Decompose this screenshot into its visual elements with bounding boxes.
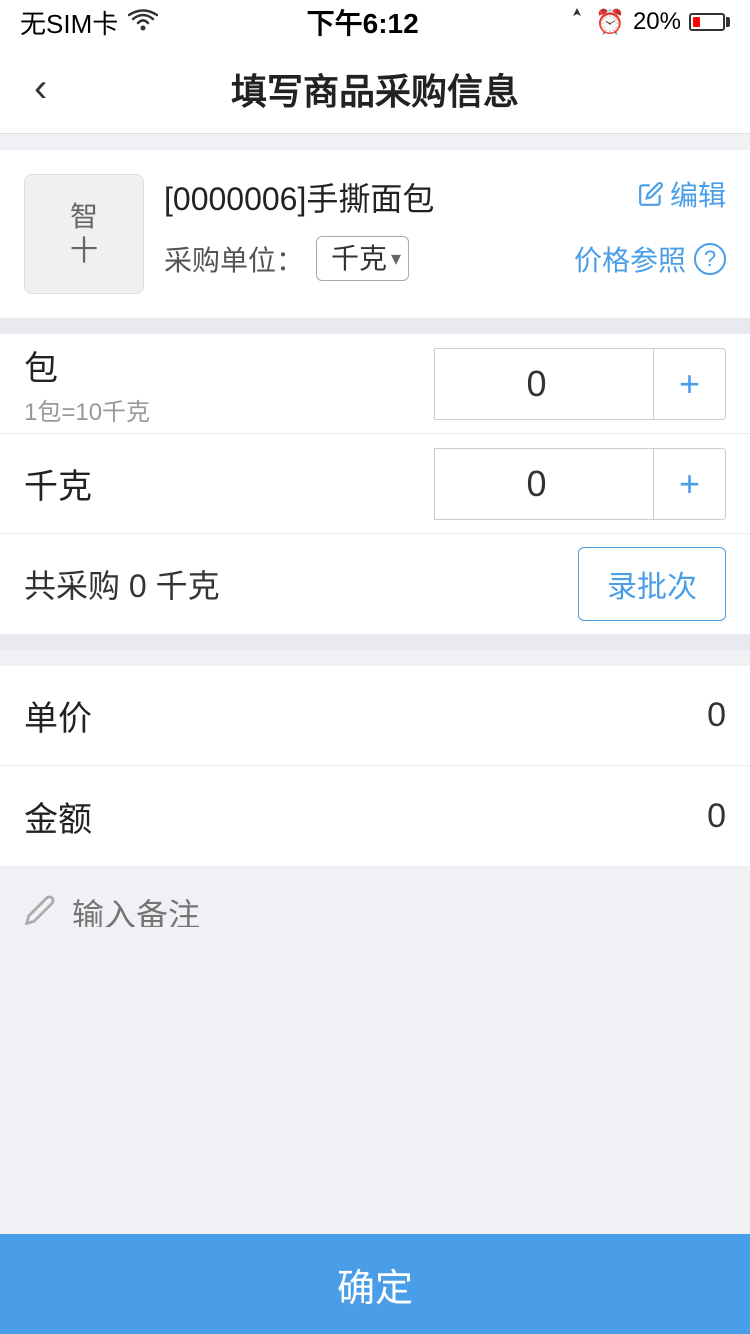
kg-input-row: 千克 +: [0, 434, 750, 534]
battery-icon: [689, 13, 730, 31]
product-image: 智 十: [24, 174, 144, 294]
amount-row: 金额 0: [0, 766, 750, 866]
price-reference-button[interactable]: 价格参照 ?: [574, 239, 726, 279]
bag-label: 包: [24, 341, 434, 390]
section-divider-2: [0, 634, 750, 650]
section-divider-1: [0, 318, 750, 334]
batch-button[interactable]: 录批次: [578, 547, 726, 621]
notes-section: [0, 866, 750, 986]
unit-label: 采购单位：: [164, 239, 304, 279]
alarm-icon: ⏰: [595, 8, 625, 37]
status-right: ⏰ 20%: [567, 8, 730, 37]
product-info: [0000006]手撕面包 编辑 采购单位： 千克 ▾: [164, 174, 726, 281]
pencil-icon: [24, 894, 56, 934]
unit-price-label: 单价: [24, 691, 92, 740]
kg-plus-button[interactable]: +: [654, 448, 726, 520]
notes-input[interactable]: [72, 890, 726, 927]
amount-value: 0: [707, 797, 726, 836]
product-unit-row: 采购单位： 千克 ▾ 价格参照 ?: [164, 236, 726, 281]
product-header: [0000006]手撕面包 编辑: [164, 174, 726, 220]
product-logo: 智 十: [70, 200, 98, 267]
kg-label: 千克: [24, 459, 434, 508]
wifi-icon: [128, 7, 158, 38]
help-icon: ?: [694, 243, 726, 275]
bag-quantity-input[interactable]: [434, 348, 654, 420]
unit-price-row: 单价 0: [0, 666, 750, 766]
unit-price-value: 0: [707, 696, 726, 735]
bottom-spacer: [0, 986, 750, 1186]
kg-quantity-input[interactable]: [434, 448, 654, 520]
nav-bar: ‹ 填写商品采购信息: [0, 44, 750, 134]
bag-input-row: 包 1包=10千克 +: [0, 334, 750, 434]
status-bar: 无SIM卡 下午6:12 ⏰ 20%: [0, 0, 750, 44]
confirm-button[interactable]: 确定: [0, 1234, 750, 1334]
bag-sub-label: 1包=10千克: [24, 392, 434, 427]
bag-controls: +: [434, 348, 726, 420]
page-title: 填写商品采购信息: [231, 63, 519, 115]
back-button[interactable]: ‹: [24, 56, 57, 121]
total-label: 共采购 0 千克: [24, 561, 220, 607]
input-section: 包 1包=10千克 + 千克 +: [0, 334, 750, 534]
location-icon: [567, 8, 587, 37]
bag-plus-button[interactable]: +: [654, 348, 726, 420]
price-section: 单价 0 金额 0: [0, 666, 750, 866]
battery-percent: 20%: [633, 8, 681, 36]
unit-select-wrapper[interactable]: 千克 ▾: [316, 236, 409, 281]
product-name: [0000006]手撕面包: [164, 174, 434, 220]
unit-select[interactable]: 千克: [316, 236, 409, 281]
edit-button[interactable]: 编辑: [638, 174, 726, 214]
kg-controls: +: [434, 448, 726, 520]
kg-label-group: 千克: [24, 459, 434, 508]
status-time: 下午6:12: [307, 2, 419, 42]
product-card: 智 十 [0000006]手撕面包 编辑 采购单位：: [0, 150, 750, 318]
amount-label: 金额: [24, 792, 92, 841]
total-row: 共采购 0 千克 录批次: [0, 534, 750, 634]
bag-label-group: 包 1包=10千克: [24, 341, 434, 427]
status-left: 无SIM卡: [20, 4, 158, 41]
carrier-label: 无SIM卡: [20, 4, 118, 41]
